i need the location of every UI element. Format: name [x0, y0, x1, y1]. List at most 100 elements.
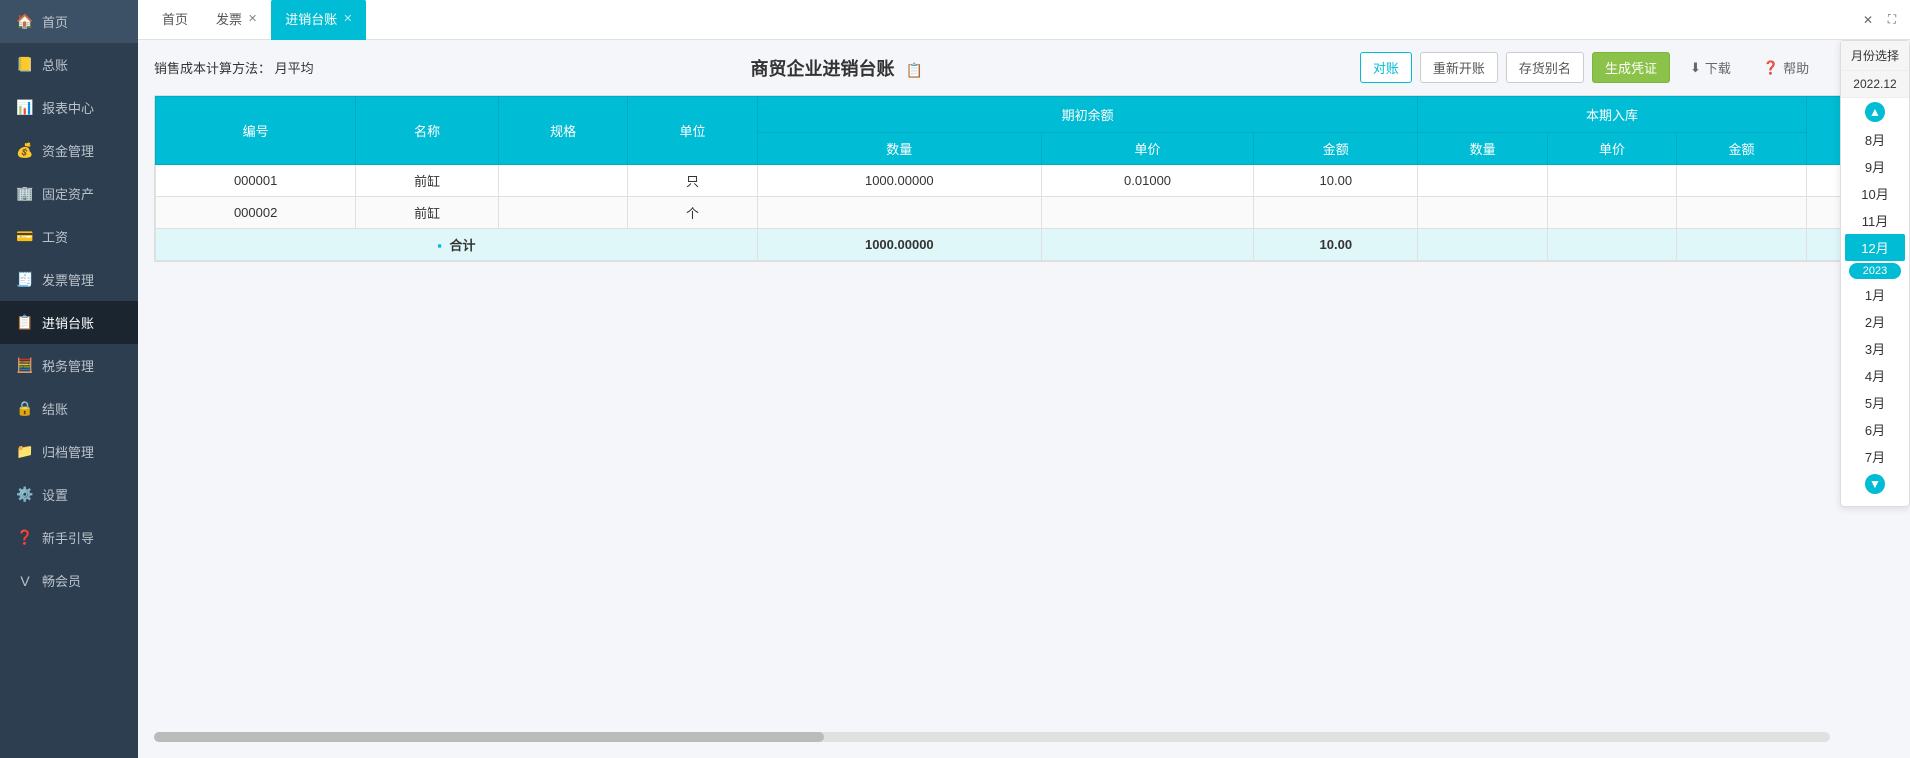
sidebar-item-reports[interactable]: 📊 报表中心	[0, 86, 138, 129]
cost-method: 销售成本计算方法： 月平均	[154, 58, 314, 77]
month-item-3[interactable]: 3月	[1841, 335, 1909, 362]
save-alias-button[interactable]: 存货别名	[1506, 52, 1584, 83]
home-icon: 🏠	[16, 13, 34, 31]
cell-opening-amount: 10.00	[1254, 165, 1418, 197]
content-area: 销售成本计算方法： 月平均 商贸企业进销台账 📋 对账 重新开账 存货别名 生成…	[138, 40, 1910, 758]
month-item-12[interactable]: 12月	[1845, 234, 1905, 261]
reopen-button[interactable]: 重新开账	[1420, 52, 1498, 83]
cost-method-value: 月平均	[275, 61, 314, 76]
total-in-price	[1547, 229, 1676, 261]
maximize-window-button[interactable]: ⛶	[1884, 12, 1900, 28]
cell-opening-qty	[757, 197, 1041, 229]
invoice-icon: 🧾	[16, 271, 34, 289]
tab-home[interactable]: 首页	[148, 0, 202, 40]
sidebar-item-label: 新手引导	[42, 528, 94, 547]
window-controls: ✕ ⛶	[1860, 12, 1900, 28]
month-item-8[interactable]: 8月	[1841, 126, 1909, 153]
month-panel: 月份选择 2022.12 ▲ 8月 9月 10月 11月 12月 2023 1月…	[1840, 40, 1910, 507]
month-item-7[interactable]: 7月	[1841, 443, 1909, 470]
close-inventory-tab[interactable]: ✕	[343, 12, 352, 25]
sidebar-item-guide[interactable]: ❓ 新手引导	[0, 516, 138, 559]
sidebar-item-closing[interactable]: 🔒 结账	[0, 387, 138, 430]
cell-code: 000002	[156, 197, 356, 229]
sidebar-item-label: 报表中心	[42, 98, 94, 117]
month-panel-year: 2022.12	[1841, 71, 1909, 98]
sidebar-item-funds[interactable]: 💰 资金管理	[0, 129, 138, 172]
month-item-6[interactable]: 6月	[1841, 416, 1909, 443]
col-opening-price: 单价	[1041, 133, 1253, 165]
sidebar-item-inventory[interactable]: 📋 进销台账	[0, 301, 138, 344]
total-in-amount	[1677, 229, 1806, 261]
funds-icon: 💰	[16, 142, 34, 160]
download-button[interactable]: ⬇ 下载	[1678, 53, 1743, 82]
sidebar-item-label: 发票管理	[42, 270, 94, 289]
col-code: 编号	[156, 97, 356, 165]
col-opening-amount: 金额	[1254, 133, 1418, 165]
tax-icon: 🧮	[16, 357, 34, 375]
sidebar-item-label: 首页	[42, 12, 68, 31]
cell-name: 前缸	[356, 165, 499, 197]
cell-in-qty	[1418, 165, 1547, 197]
reports-icon: 📊	[16, 99, 34, 117]
sidebar-item-label: 工资	[42, 227, 68, 246]
payroll-icon: 💳	[16, 228, 34, 246]
sidebar-item-settings[interactable]: ⚙️ 设置	[0, 473, 138, 516]
guide-icon: ❓	[16, 529, 34, 547]
cell-spec	[498, 165, 627, 197]
total-in-qty	[1418, 229, 1547, 261]
month-up-button[interactable]: ▲	[1865, 102, 1885, 122]
close-invoice-tab[interactable]: ✕	[248, 12, 257, 25]
sidebar-item-label: 畅会员	[42, 571, 81, 590]
total-opening-price	[1041, 229, 1253, 261]
sidebar-item-payroll[interactable]: 💳 工资	[0, 215, 138, 258]
month-item-11[interactable]: 11月	[1841, 207, 1909, 234]
cell-code: 000001	[156, 165, 356, 197]
tab-invoice[interactable]: 发票 ✕	[202, 0, 271, 40]
generate-voucher-button[interactable]: 生成凭证	[1592, 52, 1670, 83]
sidebar-item-label: 进销台账	[42, 313, 94, 332]
month-down-button[interactable]: ▼	[1865, 474, 1885, 494]
reconcile-button[interactable]: 对账	[1360, 52, 1412, 83]
sidebar-item-label: 税务管理	[42, 356, 94, 375]
total-icon: ▪	[437, 238, 442, 253]
col-unit: 单位	[628, 97, 757, 165]
sidebar-item-invoice[interactable]: 🧾 发票管理	[0, 258, 138, 301]
sidebar-item-label: 固定资产	[42, 184, 94, 203]
cell-in-qty	[1418, 197, 1547, 229]
month-item-4[interactable]: 4月	[1841, 362, 1909, 389]
sidebar-item-label: 结账	[42, 399, 68, 418]
month-item-5[interactable]: 5月	[1841, 389, 1909, 416]
horizontal-scrollbar[interactable]	[154, 724, 1830, 742]
sidebar-item-member[interactable]: V 畅会员	[0, 559, 138, 602]
cell-in-price	[1547, 197, 1676, 229]
month-item-10[interactable]: 10月	[1841, 180, 1909, 207]
inventory-icon: 📋	[16, 314, 34, 332]
inventory-table-wrapper: 编号 名称 规格 单位 期初余额 本期入库 数 数量 单价 金额 数量 单价	[154, 95, 1894, 262]
sidebar-item-label: 归档管理	[42, 442, 94, 461]
sidebar: 🏠 首页 📒 总账 📊 报表中心 💰 资金管理 🏢 固定资产 💳 工资 🧾 发票…	[0, 0, 138, 758]
cell-unit: 个	[628, 197, 757, 229]
cell-opening-amount	[1254, 197, 1418, 229]
col-in-qty: 数量	[1418, 133, 1547, 165]
sidebar-item-assets[interactable]: 🏢 固定资产	[0, 172, 138, 215]
sidebar-item-archive[interactable]: 📁 归档管理	[0, 430, 138, 473]
month-item-1[interactable]: 1月	[1841, 281, 1909, 308]
action-buttons: 对账 重新开账 存货别名 生成凭证 ⬇ 下载 ❓ 帮助 ↻ 刷新	[1360, 52, 1894, 83]
col-period-start: 期初余额	[757, 97, 1418, 133]
month-item-9[interactable]: 9月	[1841, 153, 1909, 180]
table-row: 000001 前缸 只 1000.00000 0.01000 10.00	[156, 165, 1893, 197]
sidebar-item-home[interactable]: 🏠 首页	[0, 0, 138, 43]
help-button[interactable]: ❓ 帮助	[1751, 53, 1821, 82]
content-header: 销售成本计算方法： 月平均 商贸企业进销台账 📋 对账 重新开账 存货别名 生成…	[154, 52, 1894, 83]
sidebar-item-label: 资金管理	[42, 141, 94, 160]
tab-inventory[interactable]: 进销台账 ✕	[271, 0, 366, 40]
main-area: 首页 发票 ✕ 进销台账 ✕ ✕ ⛶ 销售成本计算方法： 月平均 商贸企业进销台…	[138, 0, 1910, 758]
cell-name: 前缸	[356, 197, 499, 229]
assets-icon: 🏢	[16, 185, 34, 203]
col-current-in: 本期入库	[1418, 97, 1806, 133]
sidebar-item-tax[interactable]: 🧮 税务管理	[0, 344, 138, 387]
sidebar-item-ledger[interactable]: 📒 总账	[0, 43, 138, 86]
title-icon: 📋	[906, 62, 923, 78]
close-window-button[interactable]: ✕	[1860, 12, 1876, 28]
month-item-2[interactable]: 2月	[1841, 308, 1909, 335]
